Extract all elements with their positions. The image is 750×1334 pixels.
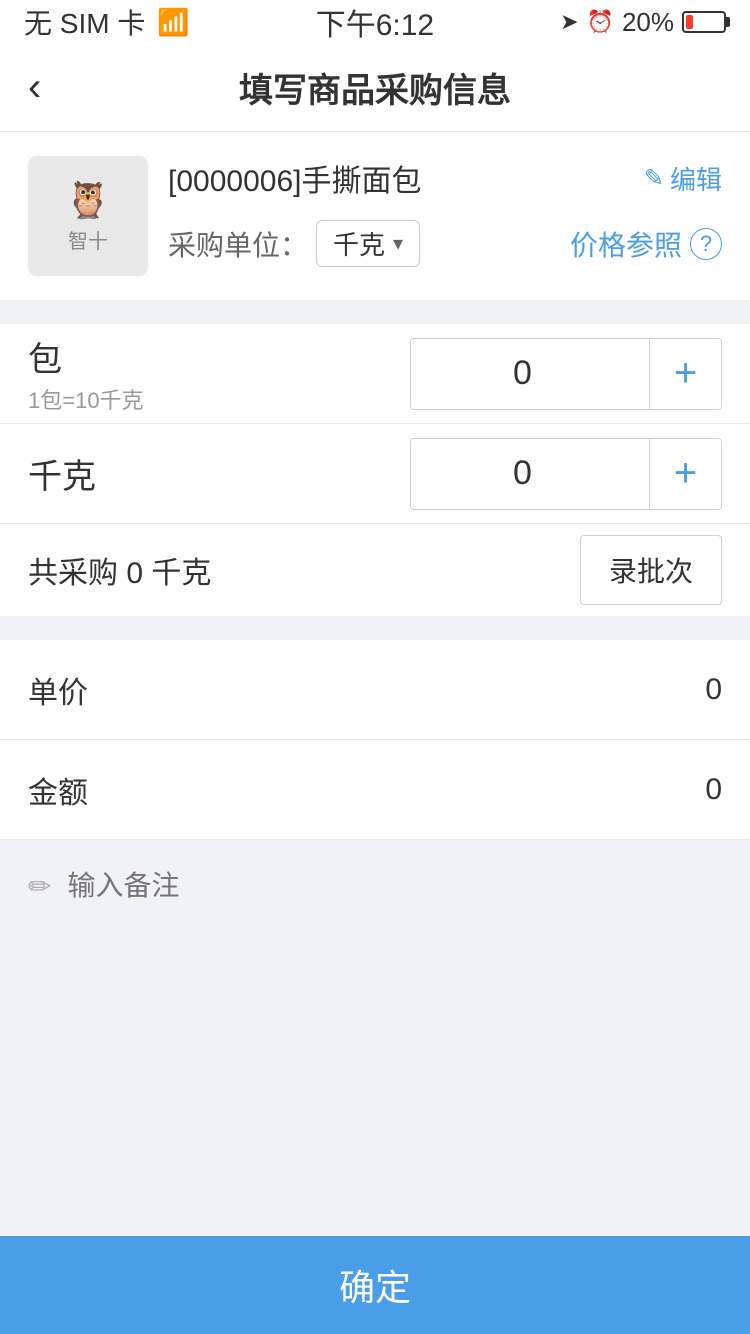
status-left: 无 SIM 卡 📶: [24, 2, 190, 42]
bag-label-group: 包 1包=10千克: [28, 332, 144, 415]
summary-row: 共采购 0 千克 录批次: [0, 524, 750, 624]
product-image: 🦉 智十: [28, 156, 148, 276]
kg-plus-button[interactable]: +: [650, 438, 722, 510]
pencil-icon: ✏: [28, 870, 51, 903]
remark-section: ✏: [0, 840, 750, 940]
unit-label: 采购单位：: [168, 224, 308, 264]
amount-label: 金额: [28, 768, 88, 812]
sim-label: 无 SIM 卡: [24, 2, 145, 42]
status-time: 下午6:12: [316, 0, 434, 44]
nav-bar: ‹ 填写商品采购信息: [0, 44, 750, 132]
edit-button[interactable]: ✎ 编辑: [644, 160, 722, 197]
chevron-down-icon: ▾: [393, 231, 403, 256]
input-section: 包 1包=10千克 + 千克 +: [0, 324, 750, 524]
bag-plus-button[interactable]: +: [650, 338, 722, 410]
divider-2: [0, 624, 750, 640]
battery-percent: 20%: [622, 7, 674, 38]
unit-value: 千克: [333, 225, 385, 262]
product-info: [0000006]手撕面包 ✎ 编辑 采购单位： 千克 ▾ 价格参照 ?: [168, 156, 722, 267]
status-bar: 无 SIM 卡 📶 下午6:12 ➤ ⏰ 20%: [0, 0, 750, 44]
detail-section: 单价 0 金额 0: [0, 640, 750, 840]
record-batch-button[interactable]: 录批次: [580, 535, 722, 605]
bag-quantity-input[interactable]: [410, 338, 650, 410]
bag-input-row: 包 1包=10千克 +: [0, 324, 750, 424]
kg-label: 千克: [28, 449, 128, 498]
price-ref-button[interactable]: 价格参照 ?: [570, 224, 722, 264]
product-unit-row: 采购单位： 千克 ▾ 价格参照 ?: [168, 220, 722, 267]
location-icon: ➤: [560, 9, 578, 35]
price-row: 单价 0: [0, 640, 750, 740]
amount-row: 金额 0: [0, 740, 750, 840]
edit-icon: ✎: [644, 164, 664, 193]
price-value: 0: [705, 673, 722, 707]
bag-sub-label: 1包=10千克: [28, 383, 144, 415]
kg-input-control: +: [128, 438, 722, 510]
product-title-row: [0000006]手撕面包 ✎ 编辑: [168, 156, 722, 200]
battery-fill: [686, 15, 693, 29]
bag-input-control: +: [144, 338, 722, 410]
summary-text: 共采购 0 千克: [28, 548, 211, 592]
amount-value: 0: [705, 773, 722, 807]
product-name: [0000006]手撕面包: [168, 156, 421, 200]
product-card: 🦉 智十 [0000006]手撕面包 ✎ 编辑 采购单位： 千克 ▾ 价格参照 …: [0, 132, 750, 308]
owl-icon: 🦉: [66, 179, 111, 221]
price-label: 单价: [28, 668, 88, 712]
divider-1: [0, 308, 750, 324]
alarm-icon: ⏰: [587, 9, 614, 35]
page-title: 填写商品采购信息: [239, 63, 511, 112]
bag-label: 包: [28, 332, 144, 381]
kg-label-group: 千克: [28, 449, 128, 498]
wifi-icon: 📶: [157, 7, 189, 38]
battery-icon: [682, 11, 726, 33]
kg-input-row: 千克 +: [0, 424, 750, 524]
kg-quantity-input[interactable]: [410, 438, 650, 510]
remark-input[interactable]: [67, 870, 722, 902]
unit-selector-row: 采购单位： 千克 ▾: [168, 220, 420, 267]
unit-select-dropdown[interactable]: 千克 ▾: [316, 220, 420, 267]
help-icon: ?: [690, 228, 722, 260]
content-area: [0, 940, 750, 1240]
price-ref-label: 价格参照: [570, 224, 682, 264]
image-text: 智十: [68, 225, 108, 254]
status-right: ➤ ⏰ 20%: [560, 7, 726, 38]
back-button[interactable]: ‹: [28, 65, 41, 110]
confirm-button[interactable]: 确定: [0, 1236, 750, 1334]
